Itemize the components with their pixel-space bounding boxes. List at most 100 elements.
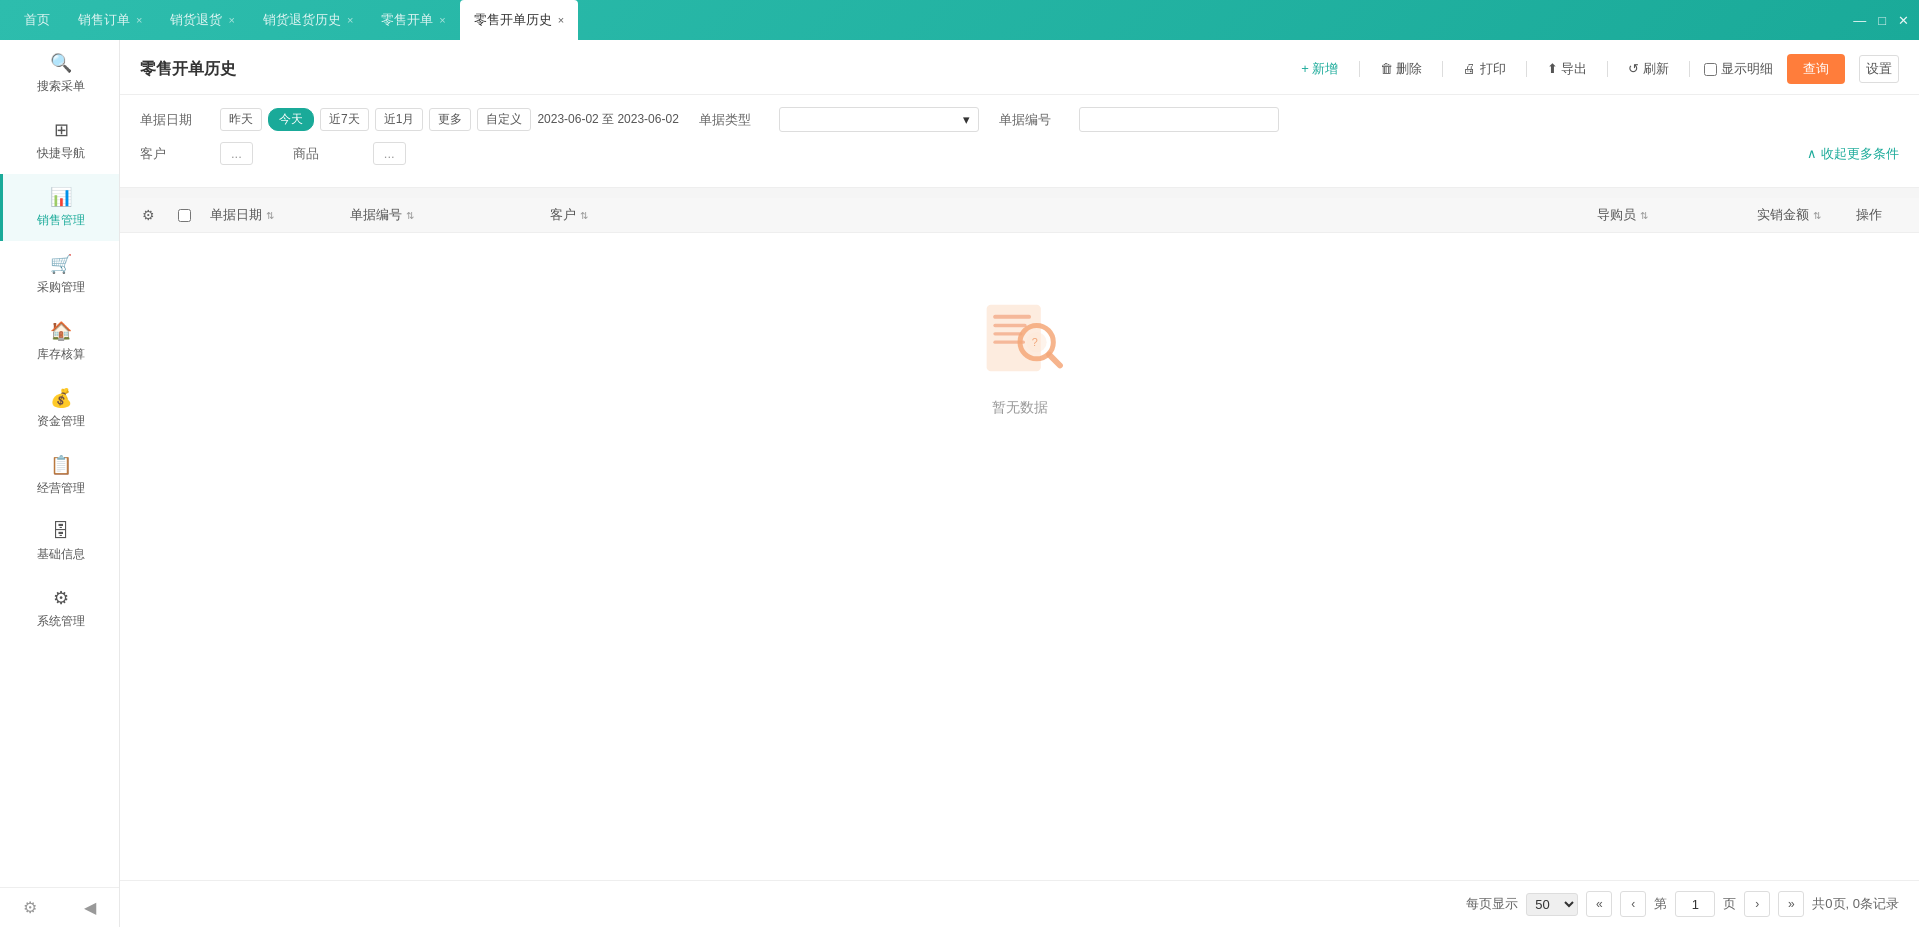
page-suffix-label: 页 <box>1723 895 1736 913</box>
toolbar-separator-1 <box>1359 61 1360 77</box>
sidebar-icon-system-mgmt: ⚙ <box>53 587 69 609</box>
th-customer[interactable]: 客户 ⇅ <box>542 206 1589 224</box>
refresh-button[interactable]: ↺ 刷新 <box>1622 56 1675 82</box>
empty-illustration: ? <box>970 293 1070 383</box>
sidebar-item-inventory[interactable]: 🏠 库存核算 <box>0 308 119 375</box>
sort-salesperson-icon[interactable]: ⇅ <box>1640 210 1648 221</box>
maximize-button[interactable]: □ <box>1878 13 1886 28</box>
tab-bar: 首页销售订单×销货退货×销货退货历史×零售开单×零售开单历史× <box>10 0 1853 40</box>
page-number-input[interactable] <box>1675 891 1715 917</box>
th-amount[interactable]: 实销金额 ⇅ <box>1709 206 1829 224</box>
collapse-button[interactable]: ∧ 收起更多条件 <box>1807 145 1899 163</box>
toolbar-separator-4 <box>1607 61 1608 77</box>
svg-text:?: ? <box>1031 336 1037 348</box>
sidebar-label-basic-info: 基础信息 <box>37 546 85 563</box>
sidebar-label-search-purchase: 搜索采单 <box>37 78 85 95</box>
th-salesperson-label: 导购员 <box>1597 206 1636 224</box>
table-container: ⚙ 单据日期 ⇅ 单据编号 ⇅ 客户 ⇅ 导购员 <box>120 198 1919 880</box>
tab-sales-order[interactable]: 销售订单× <box>64 0 156 40</box>
sort-amount-icon[interactable]: ⇅ <box>1813 210 1821 221</box>
date-custom-btn[interactable]: 自定义 <box>477 108 531 131</box>
sidebar-icon-operation-mgmt: 📋 <box>50 454 72 476</box>
show-detail-toggle[interactable]: 显示明细 <box>1704 60 1773 78</box>
sort-orderno-icon[interactable]: ⇅ <box>406 210 414 221</box>
sidebar-icon-quick-nav: ⊞ <box>54 119 69 141</box>
sort-date-icon[interactable]: ⇅ <box>266 210 274 221</box>
sidebar-label-quick-nav: 快捷导航 <box>37 145 85 162</box>
sidebar-item-sales-mgmt[interactable]: 📊 销售管理 <box>0 174 119 241</box>
column-settings-icon[interactable]: ⚙ <box>142 207 155 223</box>
minimize-button[interactable]: — <box>1853 13 1866 28</box>
print-button[interactable]: 🖨 打印 <box>1457 56 1512 82</box>
main-layout: 🔍 搜索采单 ⊞ 快捷导航 📊 销售管理 🛒 采购管理 🏠 库存核算 💰 资金管… <box>0 40 1919 927</box>
tab-home[interactable]: 首页 <box>10 0 64 40</box>
date-filter-label: 单据日期 <box>140 111 200 129</box>
tab-close-sales-return[interactable]: × <box>228 14 234 26</box>
tab-retail-open-history[interactable]: 零售开单历史 × <box>460 0 578 40</box>
th-date[interactable]: 单据日期 ⇅ <box>202 206 342 224</box>
th-salesperson[interactable]: 导购员 ⇅ <box>1589 206 1709 224</box>
empty-state: ? 暂无数据 <box>120 233 1919 477</box>
page-total-label: 共0页, 0条记录 <box>1812 895 1899 913</box>
th-operation: 操作 <box>1829 206 1909 224</box>
toolbar-separator-5 <box>1689 61 1690 77</box>
sidebar-item-system-mgmt[interactable]: ⚙ 系统管理 <box>0 575 119 642</box>
sidebar-item-operation-mgmt[interactable]: 📋 经营管理 <box>0 442 119 509</box>
last-page-button[interactable]: » <box>1778 891 1804 917</box>
toolbar-separator-3 <box>1526 61 1527 77</box>
tab-close-retail-open[interactable]: × <box>439 14 445 26</box>
show-detail-label-text: 显示明细 <box>1721 60 1773 78</box>
sidebar-label-system-mgmt: 系统管理 <box>37 613 85 630</box>
window-close-button[interactable]: ✕ <box>1898 13 1909 28</box>
date-last7-btn[interactable]: 近7天 <box>320 108 369 131</box>
date-yesterday-btn[interactable]: 昨天 <box>220 108 262 131</box>
tab-close-retail-open-history[interactable]: × <box>558 14 564 26</box>
tab-sales-return-history[interactable]: 销货退货历史× <box>249 0 367 40</box>
per-page-select[interactable]: 50 10 20 100 <box>1526 893 1578 916</box>
next-page-button[interactable]: › <box>1744 891 1770 917</box>
date-today-btn[interactable]: 今天 <box>268 108 314 131</box>
page-header: 零售开单历史 + 新增 🗑 删除 🖨 打印 ⬆ 导出 ↺ 刷新 显示明细 查询 … <box>120 40 1919 95</box>
date-last1month-btn[interactable]: 近1月 <box>375 108 424 131</box>
th-order-no[interactable]: 单据编号 ⇅ <box>342 206 542 224</box>
query-button[interactable]: 查询 <box>1787 54 1845 84</box>
product-input-btn[interactable]: ... <box>373 142 406 165</box>
filter-row-1: 单据日期 昨天 今天 近7天 近1月 更多 自定义 2023-06-02 至 2… <box>140 107 1899 132</box>
date-range-display: 2023-06-02 至 2023-06-02 <box>537 111 678 128</box>
tab-retail-open[interactable]: 零售开单× <box>367 0 459 40</box>
settings-button[interactable]: 设置 <box>1859 55 1899 83</box>
svg-rect-2 <box>993 324 1026 327</box>
customer-label: 客户 <box>140 145 200 163</box>
customer-input-btn[interactable]: ... <box>220 142 253 165</box>
date-more-btn[interactable]: 更多 <box>429 108 471 131</box>
tab-label-home: 首页 <box>24 11 50 29</box>
show-detail-checkbox[interactable] <box>1704 63 1717 76</box>
order-no-input[interactable] <box>1079 107 1279 132</box>
sidebar-item-basic-info[interactable]: 🗄 基础信息 <box>0 509 119 575</box>
export-button[interactable]: ⬆ 导出 <box>1541 56 1594 82</box>
sidebar-item-search-purchase[interactable]: 🔍 搜索采单 <box>0 40 119 107</box>
tab-sales-return[interactable]: 销货退货 × <box>156 0 248 40</box>
sidebar-item-finance-mgmt[interactable]: 💰 资金管理 <box>0 375 119 442</box>
tab-label-retail-open-history: 零售开单历史 <box>474 11 552 29</box>
sidebar-settings-icon[interactable]: ⚙ <box>23 898 37 917</box>
order-no-label: 单据编号 <box>999 111 1059 129</box>
tab-label-sales-return: 销货退货 <box>170 11 222 29</box>
order-type-select[interactable]: ▾ <box>779 107 979 132</box>
top-bar: 首页销售订单×销货退货×销货退货历史×零售开单×零售开单历史× — □ ✕ <box>0 0 1919 40</box>
tab-close-sales-return-history[interactable]: × <box>347 14 353 26</box>
select-all-checkbox[interactable] <box>178 209 191 222</box>
sidebar-item-quick-nav[interactable]: ⊞ 快捷导航 <box>0 107 119 174</box>
sidebar-item-purchase-mgmt[interactable]: 🛒 采购管理 <box>0 241 119 308</box>
first-page-button[interactable]: « <box>1586 891 1612 917</box>
add-button[interactable]: + 新增 <box>1295 56 1344 82</box>
th-customer-label: 客户 <box>550 206 576 224</box>
sort-customer-icon[interactable]: ⇅ <box>580 210 588 221</box>
prev-page-button[interactable]: ‹ <box>1620 891 1646 917</box>
sidebar-collapse-icon[interactable]: ◀ <box>84 898 96 917</box>
sidebar-icon-sales-mgmt: 📊 <box>50 186 72 208</box>
tab-close-sales-order[interactable]: × <box>136 14 142 26</box>
filter-row-2: 客户 ... 商品 ... ∧ 收起更多条件 <box>140 142 1899 165</box>
collapse-icon: ∧ <box>1807 146 1817 161</box>
delete-button[interactable]: 🗑 删除 <box>1374 56 1429 82</box>
